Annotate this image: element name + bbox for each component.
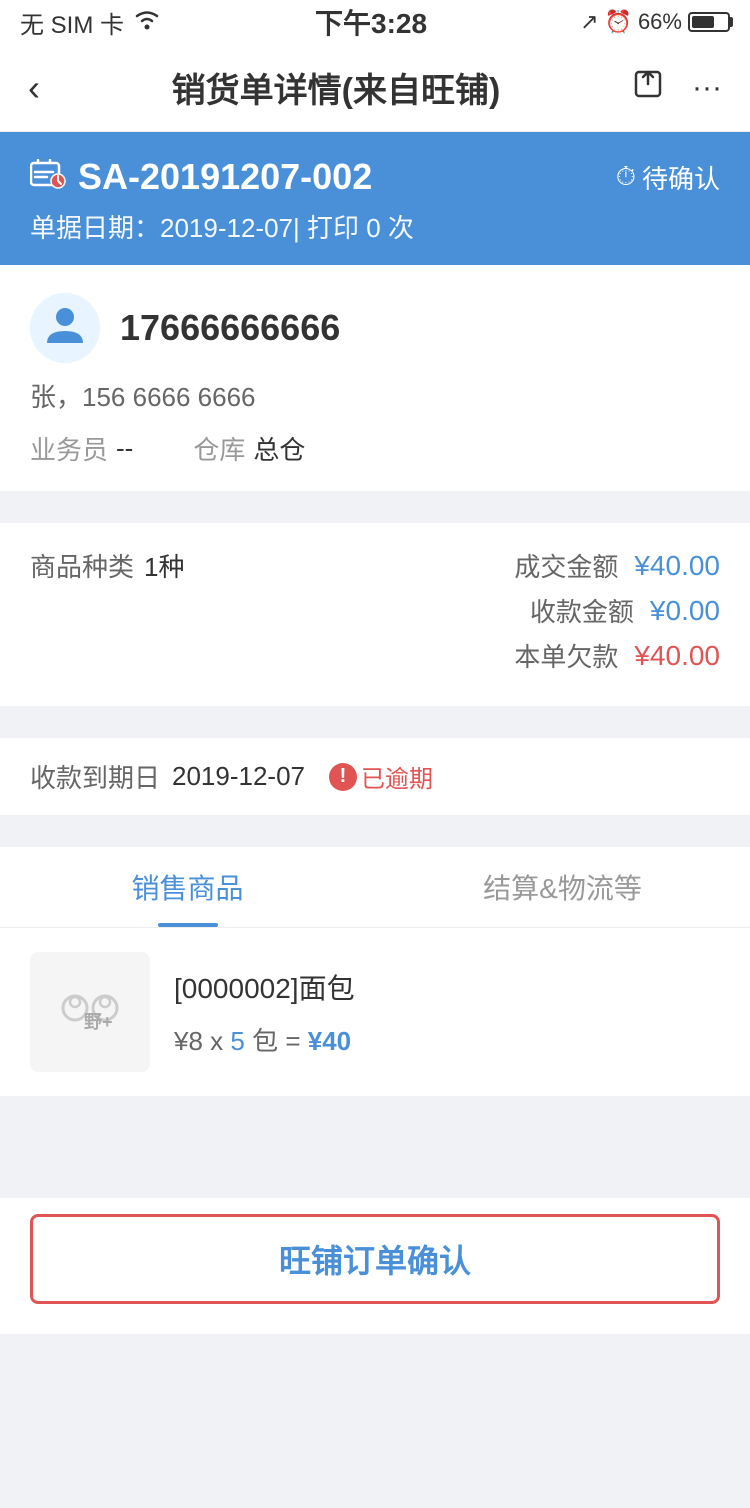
owed-label: 本单欠款 (514, 637, 618, 674)
svg-text:野+: 野+ (84, 1012, 113, 1032)
more-icon[interactable]: ··· (692, 71, 722, 105)
avatar-icon (43, 301, 87, 355)
due-date-value: 2019-12-07 (172, 761, 305, 792)
tab-settlement-logistics[interactable]: 结算&物流等 (375, 847, 750, 927)
product-item: 野+ [0000002]面包 ¥8 x 5 包 = ¥40 (0, 928, 750, 1096)
order-id: SA-20191207-002 (30, 156, 372, 198)
status-carrier: 无 SIM 卡 (20, 5, 162, 40)
status-time: 下午3:28 (315, 2, 427, 42)
deal-amount-label: 成交金额 (514, 547, 618, 584)
product-price-row: ¥8 x 5 包 = ¥40 (174, 1021, 720, 1058)
customer-card: 17666666666 张，156 6666 6666 业务员 -- 仓库 总仓 (0, 265, 750, 491)
received-value: ¥0.00 (650, 595, 720, 627)
due-date-card: 收款到期日 2019-12-07 ! 已逾期 (0, 738, 750, 815)
order-icon (30, 156, 66, 198)
nav-bar: ‹ 销货单详情(来自旺铺) ··· (0, 44, 750, 132)
status-bar: 无 SIM 卡 下午3:28 ↗ ⏰ 66% (0, 0, 750, 44)
nav-actions: ··· (632, 68, 722, 108)
customer-phone: 17666666666 (120, 307, 340, 349)
bottom-spacer (0, 1372, 750, 1508)
tab-sales-products[interactable]: 销售商品 (0, 847, 375, 927)
product-type-label: 商品种类 (30, 547, 134, 584)
share-icon[interactable] (632, 68, 664, 108)
divider-1 (0, 507, 750, 523)
product-section: 野+ [0000002]面包 ¥8 x 5 包 = ¥40 (0, 928, 750, 1096)
customer-meta: 业务员 -- 仓库 总仓 (30, 430, 720, 467)
customer-name: 张，156 6666 6666 (30, 377, 720, 414)
unit-text: 包 (252, 1026, 278, 1056)
location-icon: ↗ (580, 9, 598, 35)
warehouse-value: 总仓 (253, 430, 305, 467)
received-label: 收款金额 (530, 592, 634, 629)
due-date-label: 收款到期日 (30, 758, 160, 795)
divider-3 (0, 831, 750, 847)
battery-percent: 66% (638, 9, 682, 35)
owed-value: ¥40.00 (634, 640, 720, 672)
product-info: [0000002]面包 ¥8 x 5 包 = ¥40 (174, 967, 720, 1058)
product-type-value: 1种 (144, 547, 184, 584)
order-header: SA-20191207-002 ⏱ 待确认 单据日期：2019-12-07| 打… (0, 132, 750, 265)
product-name: [0000002]面包 (174, 967, 720, 1007)
product-qty: 5 (230, 1026, 244, 1056)
tabs-container: 销售商品 结算&物流等 (0, 847, 750, 928)
salesman-value: -- (116, 433, 133, 464)
wifi-icon (132, 8, 162, 37)
alarm-icon: ⏰ (605, 9, 632, 35)
amount-summary: 成交金额 ¥40.00 收款金额 ¥0.00 本单欠款 ¥40.00 (514, 547, 720, 682)
order-status: ⏱ 待确认 (616, 159, 720, 196)
bottom-bar: 旺铺订单确认 (0, 1198, 750, 1334)
avatar (30, 293, 100, 363)
summary-card: 商品种类 1种 成交金额 ¥40.00 收款金额 ¥0.00 本单欠款 ¥40.… (0, 523, 750, 706)
product-logo: 野+ (50, 978, 130, 1046)
carrier-text: 无 SIM 卡 (20, 5, 124, 40)
confirm-button[interactable]: 旺铺订单确认 (30, 1214, 720, 1304)
overdue-badge: ! 已逾期 (329, 759, 433, 794)
divider-2 (0, 722, 750, 738)
overdue-icon: ! (329, 763, 357, 791)
equals-sign: = (285, 1026, 307, 1056)
multiply-sign: x (210, 1026, 230, 1056)
deal-amount-value: ¥40.00 (634, 550, 720, 582)
product-thumbnail: 野+ (30, 952, 150, 1072)
page-title: 销货单详情(来自旺铺) (172, 63, 501, 112)
back-button[interactable]: ‹ (28, 67, 40, 109)
status-right-group: ↗ ⏰ 66% (580, 9, 730, 35)
product-total: ¥40 (308, 1026, 351, 1056)
order-date-row: 单据日期：2019-12-07| 打印 0 次 (30, 208, 720, 245)
warehouse-label: 仓库 (193, 430, 245, 467)
battery-icon (688, 12, 730, 32)
salesman-label: 业务员 (30, 430, 108, 467)
overdue-text: 已逾期 (361, 759, 433, 794)
price-unit: ¥8 (174, 1026, 203, 1056)
clock-icon: ⏱ (616, 161, 636, 193)
